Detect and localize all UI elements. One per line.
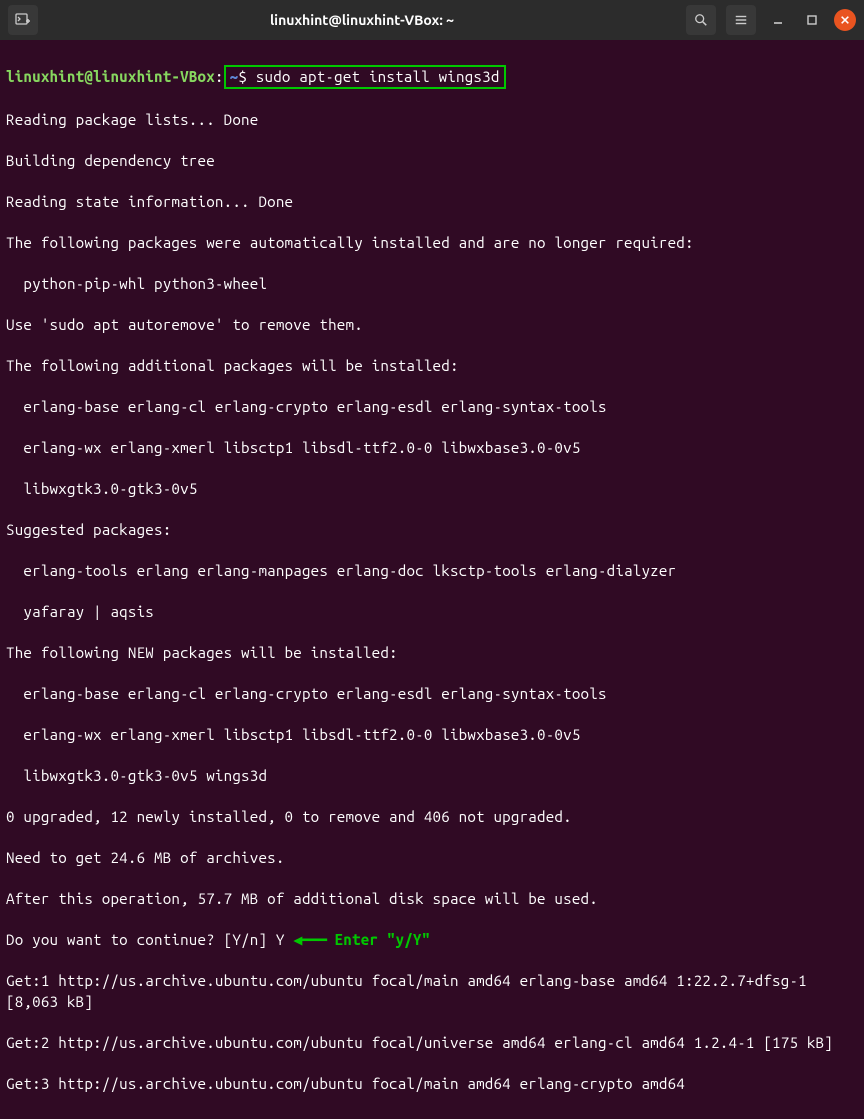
continue-prompt-line: Do you want to continue? [Y/n] Y ◀━━━ En… <box>6 930 858 951</box>
new-tab-button[interactable] <box>8 5 38 35</box>
command-text: sudo apt-get install wings3d <box>247 68 499 85</box>
continue-prompt-text: Do you want to continue? [Y/n] Y <box>6 931 285 948</box>
output-line: libwxgtk3.0-gtk3-0v5 wings3d <box>6 766 858 787</box>
terminal-plus-icon <box>15 12 31 28</box>
maximize-icon <box>806 14 818 26</box>
output-line: The following additional packages will b… <box>6 356 858 377</box>
close-icon <box>840 15 850 25</box>
hamburger-icon <box>734 13 748 27</box>
output-line: Get:1 http://us.archive.ubuntu.com/ubunt… <box>6 971 858 1012</box>
titlebar: linuxhint@linuxhint-VBox: ~ <box>0 0 864 40</box>
output-line: Reading package lists... Done <box>6 110 858 131</box>
output-line: yafaray | aqsis <box>6 602 858 623</box>
output-line: Need to get 24.6 MB of archives. <box>6 848 858 869</box>
search-icon <box>694 13 708 27</box>
output-line: Building dependency tree <box>6 151 858 172</box>
output-line: erlang-tools erlang erlang-manpages erla… <box>6 561 858 582</box>
prompt-colon: : <box>215 68 224 85</box>
output-line: python-pip-whl python3-wheel <box>6 274 858 295</box>
titlebar-left-controls <box>8 5 38 35</box>
output-line: The following packages were automaticall… <box>6 233 858 254</box>
output-line: Get:2 http://us.archive.ubuntu.com/ubunt… <box>6 1033 858 1054</box>
close-button[interactable] <box>834 9 856 31</box>
maximize-button[interactable] <box>800 8 824 32</box>
prompt-user-host: linuxhint@linuxhint-VBox <box>6 68 215 85</box>
output-line: erlang-base erlang-cl erlang-crypto erla… <box>6 397 858 418</box>
output-line: libwxgtk3.0-gtk3-0v5 <box>6 479 858 500</box>
output-line: Reading state information... Done <box>6 192 858 213</box>
minimize-icon <box>772 14 784 26</box>
output-line: After this operation, 57.7 MB of additio… <box>6 889 858 910</box>
output-line: erlang-base erlang-cl erlang-crypto erla… <box>6 684 858 705</box>
output-line: Use 'sudo apt autoremove' to remove them… <box>6 315 858 336</box>
prompt-line: linuxhint@linuxhint-VBox:~$ sudo apt-get… <box>6 65 858 90</box>
output-line: 0 upgraded, 12 newly installed, 0 to rem… <box>6 807 858 828</box>
output-line: erlang-wx erlang-xmerl libsctp1 libsdl-t… <box>6 725 858 746</box>
output-line: The following NEW packages will be insta… <box>6 643 858 664</box>
titlebar-right-controls <box>686 5 856 35</box>
command-highlight-box: ~$ sudo apt-get install wings3d <box>224 65 506 90</box>
minimize-button[interactable] <box>766 8 790 32</box>
search-button[interactable] <box>686 5 716 35</box>
arrow-icon: ◀━━━ <box>293 931 326 948</box>
annotation-text: Enter "y/Y" <box>335 931 431 948</box>
menu-button[interactable] <box>726 5 756 35</box>
output-line: Get:3 http://us.archive.ubuntu.com/ubunt… <box>6 1074 858 1095</box>
terminal-content[interactable]: linuxhint@linuxhint-VBox:~$ sudo apt-get… <box>0 40 864 1119</box>
output-line: erlang-wx erlang-xmerl libsctp1 libsdl-t… <box>6 438 858 459</box>
output-line: Suggested packages: <box>6 520 858 541</box>
window-title: linuxhint@linuxhint-VBox: ~ <box>46 12 678 28</box>
prompt-dollar: $ <box>238 68 247 85</box>
